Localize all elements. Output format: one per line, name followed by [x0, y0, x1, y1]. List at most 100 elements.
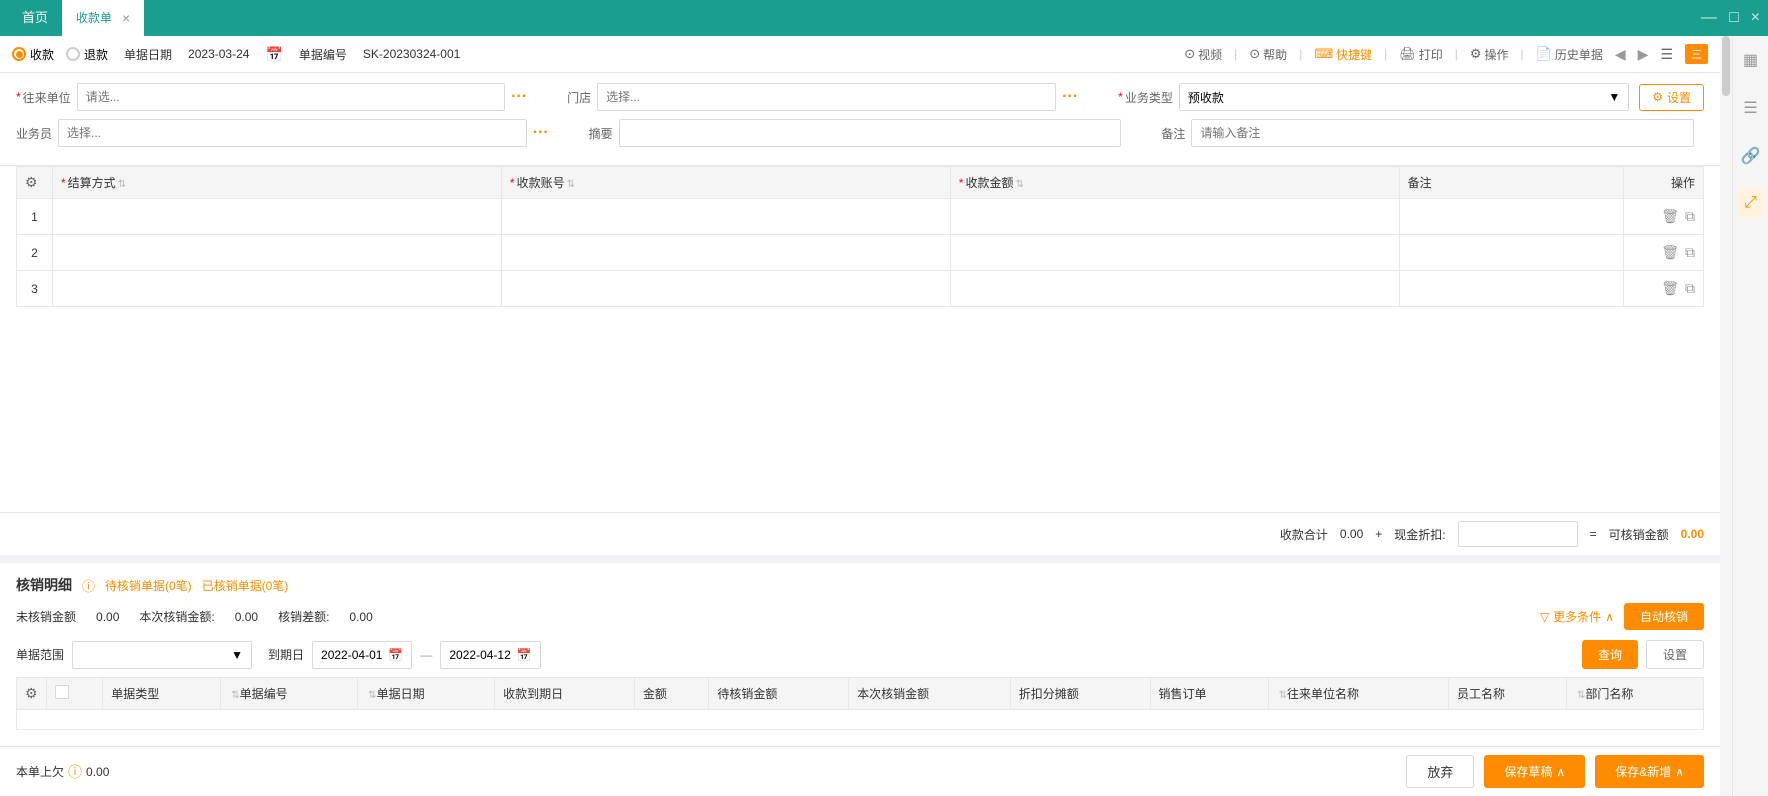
copy-icon-2[interactable]: ⧉ — [1685, 244, 1695, 261]
print-action[interactable]: 🖨 打印 — [1399, 46, 1443, 63]
cell-amount-2[interactable] — [950, 235, 1399, 271]
expand-icon[interactable]: 三 — [1685, 44, 1708, 64]
cell-note-1[interactable] — [1399, 199, 1623, 235]
video-label: 视频 — [1198, 46, 1222, 63]
info-icon-footer[interactable]: ⓘ — [68, 762, 82, 782]
row-num-1: 1 — [17, 199, 53, 235]
copy-icon-1[interactable]: ⧉ — [1685, 208, 1695, 225]
available-label: 可核销金额 — [1609, 526, 1669, 543]
salesperson-more-icon[interactable]: ··· — [533, 124, 549, 142]
delete-icon-1[interactable]: 🗑 — [1661, 208, 1679, 225]
history-action[interactable]: 📄 历史单据 — [1536, 46, 1603, 63]
th-due-date: 收款到期日 — [495, 678, 635, 710]
video-action[interactable]: ⊙ 视频 — [1184, 46, 1222, 63]
nav-next-icon[interactable]: ▶ — [1638, 46, 1649, 63]
done-tab[interactable]: 已核销单据(0笔) — [202, 577, 289, 594]
business-type-select[interactable]: 预收款 ▼ — [1179, 83, 1629, 111]
delete-icon-2[interactable]: 🗑 — [1661, 244, 1679, 261]
cell-amount-3[interactable] — [950, 271, 1399, 307]
cell-settlement-1[interactable] — [53, 199, 502, 235]
filter-row: 单据范围 ▼ 到期日 2022-04-01 📅 — 2022-04-12 📅 — [16, 640, 1704, 669]
abandon-button[interactable]: 放弃 — [1406, 755, 1474, 788]
cell-settlement-2[interactable] — [53, 235, 502, 271]
gear-icon-bottom[interactable]: ⚙ — [25, 685, 38, 701]
th-checkbox-col — [47, 678, 103, 710]
cell-note-2[interactable] — [1399, 235, 1623, 271]
from-unit-input[interactable] — [77, 83, 505, 111]
discount-input[interactable] — [1458, 521, 1578, 547]
scroll-thumb[interactable] — [1722, 36, 1730, 96]
calendar-icon[interactable]: 📅 — [265, 46, 282, 63]
date-to-input[interactable]: 2022-04-12 📅 — [440, 641, 540, 669]
summary-input[interactable] — [619, 119, 1122, 147]
note-input[interactable] — [1191, 119, 1694, 147]
store-more-icon[interactable]: ··· — [1062, 88, 1078, 106]
cell-note-3[interactable] — [1399, 271, 1623, 307]
range-select[interactable]: ▼ — [72, 641, 252, 669]
th-gear[interactable]: ⚙ — [17, 167, 53, 199]
table-section: ⚙ *结算方式⇅ *收款账号⇅ *收款金额⇅ 备注 操作 — [0, 166, 1720, 512]
from-unit-more-icon[interactable]: ··· — [511, 88, 527, 106]
query-button[interactable]: 查询 — [1582, 640, 1638, 669]
operation-icon: ⚙ — [1470, 46, 1482, 62]
operation-action[interactable]: ⚙ 操作 — [1470, 46, 1509, 63]
date-from-input[interactable]: 2022-04-01 📅 — [312, 641, 412, 669]
cell-settlement-3[interactable] — [53, 271, 502, 307]
tab-close-icon[interactable]: × — [122, 0, 130, 36]
cell-account-2[interactable] — [501, 235, 950, 271]
more-filters-btn[interactable]: ▽ 更多条件 ∧ — [1540, 608, 1614, 625]
save-draft-button[interactable]: 保存草稿 ∧ — [1484, 755, 1585, 788]
maximize-button[interactable]: □ — [1729, 9, 1739, 27]
uncancelled-value: 0.00 — [96, 610, 119, 624]
radio-circle-inactive — [66, 47, 80, 61]
th-dept: ⇅部门名称 — [1567, 678, 1704, 710]
cell-account-1[interactable] — [501, 199, 950, 235]
salesperson-input[interactable] — [58, 119, 527, 147]
list-view-icon[interactable]: ☰ — [1660, 46, 1673, 63]
cell-action-1: 🗑 ⧉ — [1624, 199, 1704, 235]
save-new-button[interactable]: 保存&新增 ∧ — [1595, 755, 1704, 788]
help-action[interactable]: ⊙ 帮助 — [1249, 46, 1287, 63]
radio-shouquan[interactable]: 收款 — [12, 46, 54, 63]
number-label: 单据编号 — [299, 46, 347, 63]
sidebar-list-icon[interactable]: ☰ — [1737, 92, 1763, 124]
copy-icon-3[interactable]: ⧉ — [1685, 280, 1695, 297]
nav-prev-icon[interactable]: ◀ — [1615, 46, 1626, 63]
verify-stats: 未核销金额 0.00 本次核销金额: 0.00 核销差额: 0.00 ▽ 更多条… — [16, 603, 1704, 630]
settings-verify-button[interactable]: 设置 — [1646, 640, 1704, 669]
date-from-value: 2022-04-01 — [321, 648, 382, 662]
sidebar-expand-icon[interactable]: ⤢ — [1738, 188, 1763, 218]
table-header-row: ⚙ *结算方式⇅ *收款账号⇅ *收款金额⇅ 备注 操作 — [17, 167, 1704, 199]
store-input[interactable] — [597, 83, 1056, 111]
total-value: 0.00 — [1340, 527, 1363, 541]
sidebar-table-icon[interactable]: ▦ — [1737, 44, 1764, 76]
row-num-3: 3 — [17, 271, 53, 307]
bottom-table: ⚙ 单据类型 ⇅单据编号 ⇅单据日期 收款到期日 金额 待核销金额 本次核销金额… — [16, 677, 1704, 730]
close-button[interactable]: × — [1751, 9, 1760, 27]
date-value: 2023-03-24 — [188, 47, 249, 61]
chevron-down-icon-range: ▼ — [231, 648, 243, 662]
sidebar-attachment-icon[interactable]: 🔗 — [1735, 140, 1767, 172]
minimize-button[interactable]: — — [1701, 9, 1717, 27]
select-all-checkbox[interactable] — [55, 685, 69, 699]
auto-verify-button[interactable]: 自动核销 — [1624, 603, 1704, 630]
th-doc-num: ⇅单据编号 — [221, 678, 358, 710]
cell-account-3[interactable] — [501, 271, 950, 307]
table-row: 3 🗑 ⧉ — [17, 271, 1704, 307]
radio-tuikuan[interactable]: 退款 — [66, 46, 108, 63]
range-label: 单据范围 — [16, 646, 64, 663]
delete-icon-3[interactable]: 🗑 — [1661, 280, 1679, 297]
shortcut-action[interactable]: ⌨ 快捷键 — [1314, 46, 1372, 63]
per-order-label: 本单上欠 — [16, 763, 64, 780]
info-icon[interactable]: ⓘ — [82, 576, 95, 595]
table-row: 2 🗑 ⧉ — [17, 235, 1704, 271]
pending-tab[interactable]: 待核销单据(0笔) — [105, 577, 192, 594]
tab-home[interactable]: 首页 — [8, 0, 62, 36]
date-filter: 到期日 2022-04-01 📅 — 2022-04-12 📅 — [268, 641, 541, 669]
tab-active[interactable]: 收款单 × — [62, 0, 144, 36]
gear-icon[interactable]: ⚙ — [25, 174, 38, 190]
settings-button[interactable]: ⚙ 设置 — [1639, 84, 1704, 111]
radio-label-shoukuan: 收款 — [30, 46, 54, 63]
cell-amount-1[interactable] — [950, 199, 1399, 235]
form-area: * 往来单位 ··· 门店 ··· * 业务类型 预收款 ▼ ⚙ — [0, 73, 1720, 166]
